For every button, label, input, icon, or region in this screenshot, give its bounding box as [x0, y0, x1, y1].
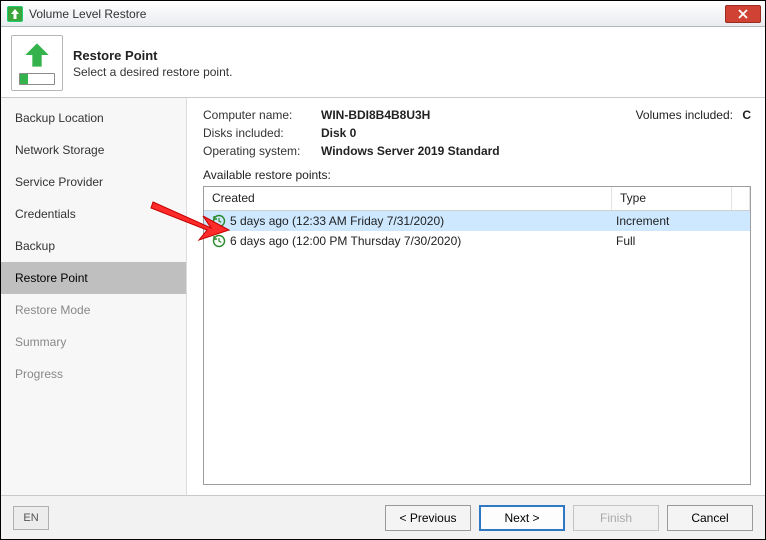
step-restore-mode[interactable]: Restore Mode: [1, 294, 186, 326]
row-type-text: Increment: [616, 214, 669, 228]
wizard-header: Restore Point Select a desired restore p…: [1, 27, 765, 98]
cell-type: Increment: [612, 214, 750, 228]
cell-type: Full: [612, 234, 750, 248]
col-type[interactable]: Type: [612, 187, 732, 210]
disks-label: Disks included:: [203, 126, 321, 140]
app-icon: [7, 6, 23, 22]
grid-rows: 5 days ago (12:33 AM Friday 7/31/2020) I…: [204, 211, 750, 484]
step-summary[interactable]: Summary: [1, 326, 186, 358]
step-service-provider[interactable]: Service Provider: [1, 166, 186, 198]
volumes-value: C: [742, 108, 751, 122]
next-button[interactable]: Next >: [479, 505, 565, 531]
os-row: Operating system: Windows Server 2019 St…: [203, 144, 751, 158]
wizard-footer: EN < Previous Next > Finish Cancel: [1, 495, 765, 539]
os-value: Windows Server 2019 Standard: [321, 144, 500, 158]
restore-icon: [11, 35, 63, 91]
step-network-storage[interactable]: Network Storage: [1, 134, 186, 166]
finish-button: Finish: [573, 505, 659, 531]
page-subtitle: Select a desired restore point.: [73, 65, 232, 79]
main-panel: Volumes included: C Computer name: WIN-B…: [187, 98, 765, 495]
row-created-text: 6 days ago (12:00 PM Thursday 7/30/2020): [230, 234, 461, 248]
window-title: Volume Level Restore: [29, 7, 725, 21]
step-credentials[interactable]: Credentials: [1, 198, 186, 230]
cell-created: 6 days ago (12:00 PM Thursday 7/30/2020): [208, 234, 612, 248]
wizard-steps: Backup Location Network Storage Service …: [1, 98, 187, 495]
computer-name-value: WIN-BDI8B4B8U3H: [321, 108, 430, 122]
previous-button[interactable]: < Previous: [385, 505, 471, 531]
table-row[interactable]: 6 days ago (12:00 PM Thursday 7/30/2020)…: [204, 231, 750, 251]
cell-created: 5 days ago (12:33 AM Friday 7/31/2020): [208, 214, 612, 228]
step-restore-point[interactable]: Restore Point: [1, 262, 186, 294]
table-row[interactable]: 5 days ago (12:33 AM Friday 7/31/2020) I…: [204, 211, 750, 231]
disks-row: Disks included: Disk 0: [203, 126, 751, 140]
volumes-included: Volumes included: C: [636, 108, 751, 122]
wizard-header-text: Restore Point Select a desired restore p…: [73, 48, 232, 79]
restore-points-grid: Created Type 5 days ago (12:33 AM Friday…: [203, 186, 751, 485]
available-restore-points-label: Available restore points:: [203, 168, 751, 182]
col-spacer: [732, 187, 750, 210]
language-indicator[interactable]: EN: [13, 506, 49, 530]
os-label: Operating system:: [203, 144, 321, 158]
restore-point-icon: [212, 234, 226, 248]
col-created[interactable]: Created: [204, 187, 612, 210]
volumes-label: Volumes included:: [636, 108, 733, 122]
step-progress[interactable]: Progress: [1, 358, 186, 390]
step-backup-location[interactable]: Backup Location: [1, 102, 186, 134]
row-type-text: Full: [616, 234, 635, 248]
page-title: Restore Point: [73, 48, 232, 63]
wizard-window: Volume Level Restore Restore Point Selec…: [0, 0, 766, 540]
disks-value: Disk 0: [321, 126, 356, 140]
restore-point-icon: [212, 214, 226, 228]
cancel-button[interactable]: Cancel: [667, 505, 753, 531]
row-created-text: 5 days ago (12:33 AM Friday 7/31/2020): [230, 214, 444, 228]
wizard-body: Backup Location Network Storage Service …: [1, 98, 765, 495]
step-backup[interactable]: Backup: [1, 230, 186, 262]
computer-name-label: Computer name:: [203, 108, 321, 122]
titlebar: Volume Level Restore: [1, 1, 765, 27]
close-button[interactable]: [725, 5, 761, 23]
grid-header: Created Type: [204, 187, 750, 211]
